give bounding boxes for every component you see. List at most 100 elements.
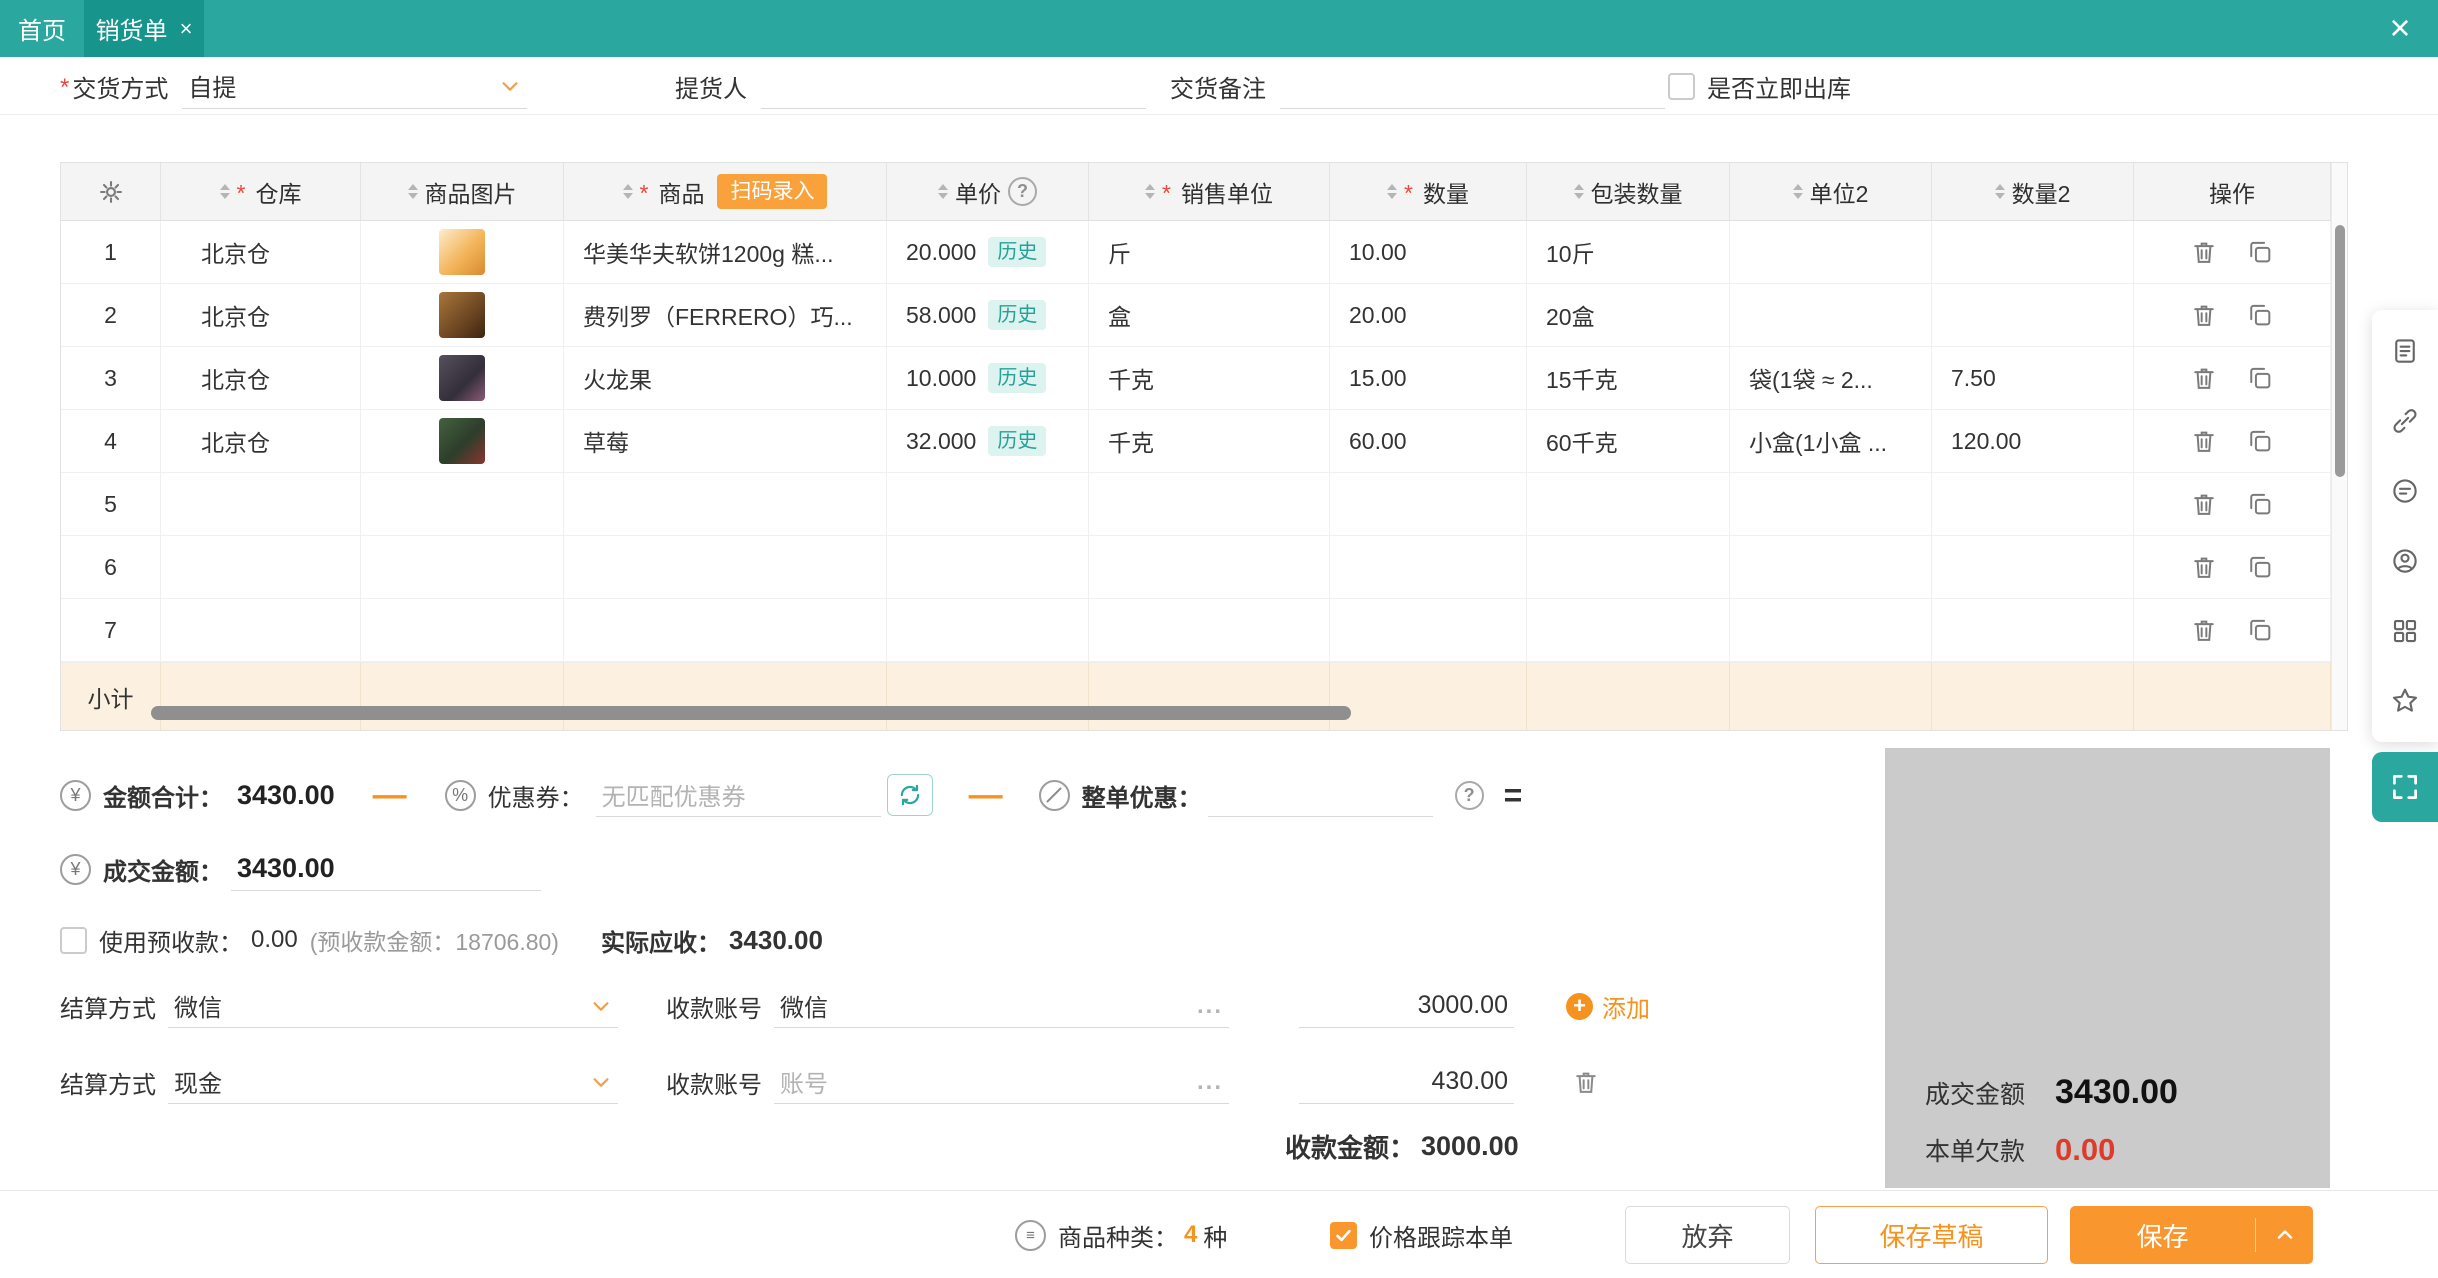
settlement-method-select[interactable]: 微信 bbox=[168, 984, 618, 1028]
history-badge[interactable]: 历史 bbox=[988, 237, 1047, 267]
cell-quantity[interactable] bbox=[1330, 473, 1527, 536]
delete-row-icon[interactable] bbox=[2190, 427, 2218, 455]
cell-quantity[interactable]: 15.00 bbox=[1330, 347, 1527, 410]
payment-amount-input[interactable]: 430.00 bbox=[1299, 1060, 1514, 1104]
delete-payment-icon[interactable] bbox=[1572, 1068, 1600, 1096]
save-button[interactable]: 保存 bbox=[2070, 1206, 2313, 1264]
link-icon[interactable] bbox=[2372, 386, 2438, 456]
abandon-button[interactable]: 放弃 bbox=[1625, 1206, 1790, 1264]
cell-product[interactable]: 火龙果 bbox=[564, 347, 887, 410]
order-discount-input[interactable] bbox=[1207, 773, 1433, 817]
cell-package-quantity[interactable]: 20盒 bbox=[1527, 284, 1730, 347]
cell-product-image[interactable] bbox=[361, 410, 564, 473]
delivery-method-select[interactable]: 自提 bbox=[182, 63, 528, 109]
sort-icon[interactable] bbox=[622, 184, 633, 199]
cell-unit-price[interactable]: 32.000 历史 bbox=[887, 410, 1089, 473]
user-icon[interactable] bbox=[2372, 526, 2438, 596]
cell-sales-unit[interactable]: 千克 bbox=[1089, 347, 1330, 410]
close-icon[interactable]: × bbox=[2376, 3, 2424, 53]
product-image[interactable] bbox=[439, 292, 485, 338]
save-draft-button[interactable]: 保存草稿 bbox=[1815, 1206, 2048, 1264]
scan-entry-button[interactable]: 扫码录入 bbox=[717, 174, 828, 209]
cell-warehouse[interactable]: 北京仓 bbox=[161, 221, 361, 284]
coupon-input[interactable]: 无匹配优惠券 bbox=[595, 773, 881, 817]
cell-product[interactable]: 华美华夫软饼1200g 糕... bbox=[564, 221, 887, 284]
col-header-product[interactable]: * 商品 扫码录入 bbox=[564, 163, 887, 221]
copy-row-icon[interactable] bbox=[2246, 616, 2274, 644]
cell-package-quantity[interactable] bbox=[1527, 536, 1730, 599]
copy-row-icon[interactable] bbox=[2246, 553, 2274, 581]
cell-unit-price[interactable] bbox=[887, 536, 1089, 599]
history-badge[interactable]: 历史 bbox=[988, 300, 1047, 330]
cell-unit-price[interactable]: 10.000 历史 bbox=[887, 347, 1089, 410]
cell-sales-unit[interactable]: 盒 bbox=[1089, 284, 1330, 347]
scrollbar-thumb[interactable] bbox=[2335, 225, 2345, 477]
tab-sales-order[interactable]: 销货单 × bbox=[84, 0, 204, 57]
cell-warehouse[interactable] bbox=[161, 536, 361, 599]
cell-sales-unit[interactable] bbox=[1089, 599, 1330, 662]
product-image[interactable] bbox=[439, 418, 485, 464]
cell-warehouse[interactable]: 北京仓 bbox=[161, 410, 361, 473]
cell-unit-price[interactable] bbox=[887, 599, 1089, 662]
cell-quantity2[interactable] bbox=[1932, 536, 2134, 599]
apps-icon[interactable] bbox=[2372, 596, 2438, 666]
copy-row-icon[interactable] bbox=[2246, 490, 2274, 518]
sort-icon[interactable] bbox=[938, 184, 948, 199]
cell-product-image[interactable] bbox=[361, 347, 564, 410]
price-tracking-checkbox[interactable] bbox=[1330, 1221, 1357, 1249]
cell-quantity2[interactable]: 120.00 bbox=[1932, 410, 2134, 473]
more-ellipsis-icon[interactable]: ... bbox=[1197, 992, 1223, 1020]
copy-row-icon[interactable] bbox=[2246, 238, 2274, 266]
cell-quantity2[interactable] bbox=[1932, 599, 2134, 662]
more-ellipsis-icon[interactable]: ... bbox=[1197, 1068, 1223, 1096]
cell-unit2[interactable] bbox=[1730, 536, 1932, 599]
cell-quantity2[interactable]: 7.50 bbox=[1932, 347, 2134, 410]
sort-icon[interactable] bbox=[1387, 184, 1398, 199]
cell-quantity2[interactable] bbox=[1932, 473, 2134, 536]
cell-unit-price[interactable]: 58.000 历史 bbox=[887, 284, 1089, 347]
cell-quantity[interactable] bbox=[1330, 599, 1527, 662]
delivery-note-input[interactable] bbox=[1280, 63, 1665, 109]
sort-icon[interactable] bbox=[219, 184, 230, 199]
immediate-outbound-checkbox[interactable] bbox=[1668, 72, 1695, 100]
cell-product[interactable]: 费列罗（FERRERO）巧... bbox=[564, 284, 887, 347]
expand-icon[interactable] bbox=[2372, 752, 2438, 822]
settlement-method-select[interactable]: 现金 bbox=[168, 1060, 618, 1104]
cell-product-image[interactable] bbox=[361, 473, 564, 536]
service-icon[interactable] bbox=[2372, 456, 2438, 526]
tab-home[interactable]: 首页 bbox=[0, 0, 84, 57]
col-header-quantity[interactable]: * 数量 bbox=[1330, 163, 1527, 221]
cell-product[interactable] bbox=[564, 536, 887, 599]
tab-close-icon[interactable]: × bbox=[180, 17, 193, 40]
cell-product-image[interactable] bbox=[361, 284, 564, 347]
table-vertical-scrollbar[interactable] bbox=[2331, 163, 2347, 730]
delete-row-icon[interactable] bbox=[2190, 616, 2218, 644]
delete-row-icon[interactable] bbox=[2190, 490, 2218, 518]
column-settings[interactable] bbox=[61, 163, 161, 221]
delete-row-icon[interactable] bbox=[2190, 238, 2218, 266]
cell-quantity[interactable]: 10.00 bbox=[1330, 221, 1527, 284]
cell-package-quantity[interactable]: 60千克 bbox=[1527, 410, 1730, 473]
delete-row-icon[interactable] bbox=[2190, 364, 2218, 392]
add-payment-button[interactable]: + 添加 bbox=[1566, 989, 1650, 1024]
save-button-label[interactable]: 保存 bbox=[2070, 1217, 2255, 1254]
sort-icon[interactable] bbox=[1145, 184, 1156, 199]
gear-icon[interactable] bbox=[97, 178, 125, 206]
cell-warehouse[interactable]: 北京仓 bbox=[161, 284, 361, 347]
col-header-product-image[interactable]: 商品图片 bbox=[361, 163, 564, 221]
cell-package-quantity[interactable] bbox=[1527, 599, 1730, 662]
cell-product[interactable] bbox=[564, 473, 887, 536]
col-header-sales-unit[interactable]: * 销售单位 bbox=[1089, 163, 1330, 221]
product-image[interactable] bbox=[439, 355, 485, 401]
cell-warehouse[interactable]: 北京仓 bbox=[161, 347, 361, 410]
sort-icon[interactable] bbox=[1994, 184, 2005, 199]
cell-unit2[interactable] bbox=[1730, 221, 1932, 284]
document-icon[interactable] bbox=[2372, 316, 2438, 386]
delete-row-icon[interactable] bbox=[2190, 301, 2218, 329]
cell-product-image[interactable] bbox=[361, 221, 564, 284]
cell-quantity[interactable]: 60.00 bbox=[1330, 410, 1527, 473]
cell-unit2[interactable] bbox=[1730, 473, 1932, 536]
cell-unit2[interactable]: 小盒(1小盒 ... bbox=[1730, 410, 1932, 473]
cell-quantity2[interactable] bbox=[1932, 284, 2134, 347]
product-image[interactable] bbox=[439, 229, 485, 275]
